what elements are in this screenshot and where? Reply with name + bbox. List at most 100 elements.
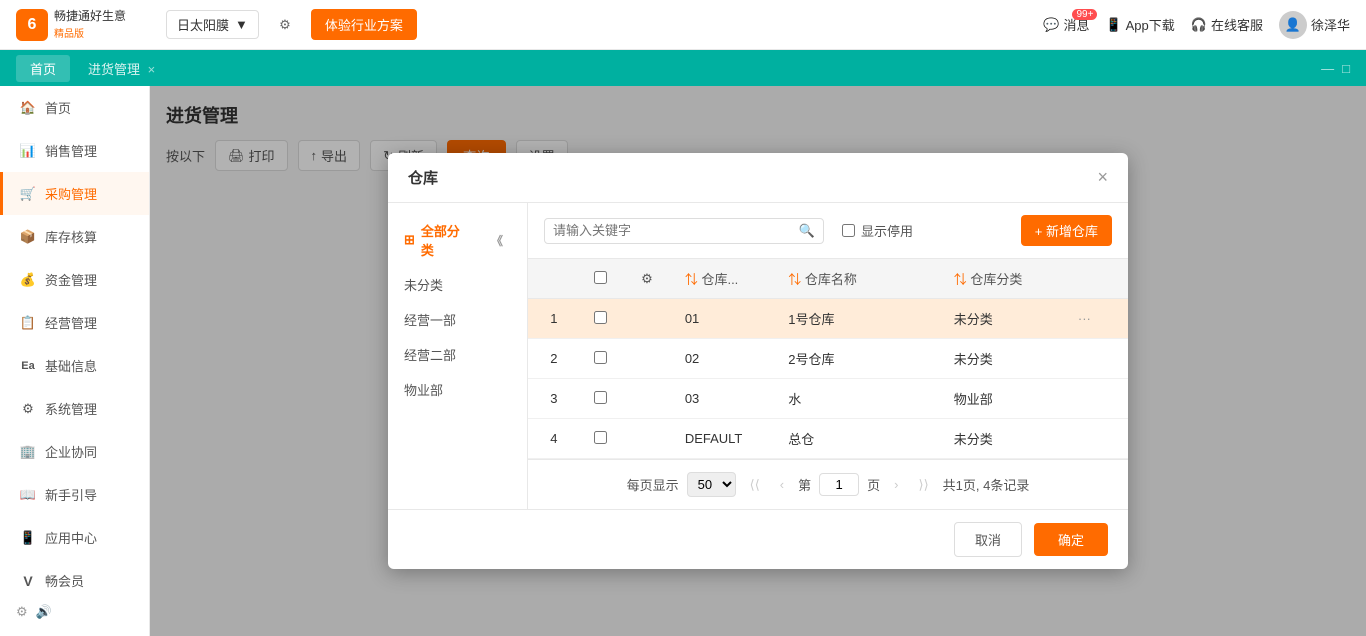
- logo-sub: 精品版: [54, 25, 126, 40]
- show-disabled-checkbox[interactable]: [842, 224, 855, 237]
- table-row[interactable]: 2 02 2号仓库 未分类: [528, 339, 1128, 379]
- category-sidebar: ⊞ 全部分类 《 未分类 经营一部 经营二部: [388, 203, 528, 509]
- page-label: 第: [798, 475, 811, 494]
- sidebar-item-inventory[interactable]: 📦 库存核算: [0, 215, 149, 258]
- th-check: [580, 259, 621, 299]
- cat-item-all[interactable]: ⊞ 全部分类 《: [388, 213, 527, 267]
- cell-settings: [621, 299, 673, 339]
- cell-code: 02: [673, 339, 776, 379]
- cell-settings: [621, 379, 673, 419]
- confirm-button[interactable]: 确定: [1034, 523, 1108, 556]
- show-disabled-label: 显示停用: [842, 221, 913, 240]
- table-row[interactable]: 4 DEFAULT 总仓 未分类: [528, 419, 1128, 459]
- sidebar-item-home[interactable]: 🏠 首页: [0, 86, 149, 129]
- prev-page-button[interactable]: ‹: [774, 475, 790, 494]
- row-checkbox[interactable]: [594, 311, 607, 324]
- page-number-input[interactable]: [819, 473, 859, 496]
- try-industry-button[interactable]: 体验行业方案: [311, 9, 417, 40]
- modal-table: ⚙ ⇅ 仓库... ⇅ 仓库名称: [528, 259, 1128, 459]
- cat-item-dept2[interactable]: 经营二部: [388, 337, 527, 372]
- search-icon[interactable]: 🔍: [799, 223, 815, 239]
- sidebar-item-sales[interactable]: 📊 销售管理: [0, 129, 149, 172]
- finance-icon: 💰: [19, 271, 37, 289]
- sidebar-item-system[interactable]: ⚙ 系统管理: [0, 387, 149, 430]
- modal-main: 🔍 显示停用 + 新增仓库: [528, 203, 1128, 509]
- warehouse-table: ⚙ ⇅ 仓库... ⇅ 仓库名称: [528, 259, 1128, 459]
- select-all-checkbox[interactable]: [594, 271, 607, 284]
- nav-tab-purchase[interactable]: 进货管理 ×: [74, 55, 169, 82]
- cell-name: 2号仓库: [776, 339, 942, 379]
- modal-footer: 取消 确定: [388, 509, 1128, 569]
- speaker-icon[interactable]: 🔊: [36, 604, 52, 620]
- cell-no: 2: [528, 339, 580, 379]
- next-page-button[interactable]: ›: [888, 475, 904, 494]
- row-checkbox[interactable]: [594, 391, 607, 404]
- phone-icon: 📱: [1105, 17, 1121, 33]
- sort-icon: ⇅: [685, 272, 698, 287]
- cell-actions: [1066, 379, 1128, 419]
- header-center: 日太阳膜 ▼ ⚙ 体验行业方案: [166, 9, 1043, 41]
- settings-button[interactable]: ⚙: [269, 9, 301, 41]
- sidebar-item-label: 资金管理: [45, 270, 97, 289]
- second-nav: 首页 进货管理 × — □: [0, 50, 1366, 86]
- per-page-label: 每页显示: [627, 475, 679, 494]
- company-name: 日太阳膜: [177, 15, 229, 34]
- user-button[interactable]: 👤 徐泽华: [1279, 11, 1350, 39]
- add-warehouse-button[interactable]: + 新增仓库: [1021, 215, 1112, 246]
- row-checkbox[interactable]: [594, 431, 607, 444]
- avatar-icon: 👤: [1285, 17, 1301, 33]
- cell-check[interactable]: [580, 419, 621, 459]
- last-page-button[interactable]: ⟩⟩: [913, 475, 935, 495]
- sidebar-item-guide[interactable]: 📖 新手引导: [0, 473, 149, 516]
- cell-category: 未分类: [942, 419, 1066, 459]
- th-settings: ⚙: [621, 259, 673, 299]
- cell-check[interactable]: [580, 339, 621, 379]
- home-icon: 🏠: [19, 99, 37, 117]
- sidebar-item-enterprise[interactable]: 🏢 企业协同: [0, 430, 149, 473]
- table-row[interactable]: 3 03 水 物业部: [528, 379, 1128, 419]
- search-input[interactable]: [553, 223, 799, 238]
- cell-check[interactable]: [580, 379, 621, 419]
- nav-tab-home[interactable]: 首页: [16, 55, 70, 82]
- maximize-icon[interactable]: □: [1342, 61, 1350, 76]
- cell-name: 总仓: [776, 419, 942, 459]
- sidebar-item-label: 销售管理: [45, 141, 97, 160]
- table-row[interactable]: 1 01 1号仓库 未分类 ···: [528, 299, 1128, 339]
- company-selector[interactable]: 日太阳膜 ▼: [166, 10, 259, 39]
- app-download-button[interactable]: 📱 App下载: [1105, 15, 1174, 34]
- sidebar-item-apps[interactable]: 📱 应用中心: [0, 516, 149, 559]
- minimize-icon[interactable]: —: [1321, 61, 1334, 76]
- row-actions[interactable]: ···: [1078, 311, 1091, 326]
- sidebar-item-finance[interactable]: 💰 资金管理: [0, 258, 149, 301]
- message-badge: 99+: [1072, 9, 1097, 20]
- cell-no: 1: [528, 299, 580, 339]
- row-checkbox[interactable]: [594, 351, 607, 364]
- cell-category: 物业部: [942, 379, 1066, 419]
- avatar: 👤: [1279, 11, 1307, 39]
- cat-item-unclassified[interactable]: 未分类: [388, 267, 527, 302]
- main-layout: 🏠 首页 📊 销售管理 🛒 采购管理 📦 库存核算 💰 资金管理 📋 经营管理 …: [0, 86, 1366, 636]
- sidebar-item-purchase[interactable]: 🛒 采购管理: [0, 172, 149, 215]
- cat-item-dept1[interactable]: 经营一部: [388, 302, 527, 337]
- grid-icon: ⊞: [404, 232, 415, 248]
- settings-bottom-icon[interactable]: ⚙: [16, 604, 28, 620]
- tab-close-icon[interactable]: ×: [148, 62, 156, 77]
- per-page-select[interactable]: 50: [687, 472, 736, 497]
- modal-close-button[interactable]: ×: [1097, 167, 1108, 188]
- modal-body: ⊞ 全部分类 《 未分类 经营一部 经营二部: [388, 203, 1128, 509]
- collapse-button[interactable]: 《: [475, 224, 511, 257]
- message-button[interactable]: 💬 消息 99+: [1043, 15, 1089, 34]
- cancel-button[interactable]: 取消: [954, 522, 1022, 557]
- cat-item-property[interactable]: 物业部: [388, 372, 527, 407]
- first-page-button[interactable]: ⟨⟨: [744, 475, 766, 495]
- th-name: ⇅ 仓库名称: [776, 259, 942, 299]
- sidebar-item-operation[interactable]: 📋 经营管理: [0, 301, 149, 344]
- logo-area: 6 畅捷通好生意 精品版: [16, 9, 166, 41]
- cell-check[interactable]: [580, 299, 621, 339]
- cell-code: 03: [673, 379, 776, 419]
- service-button[interactable]: 🎧 在线客服: [1191, 15, 1263, 34]
- sidebar-item-basic-info[interactable]: Ea 基础信息: [0, 344, 149, 387]
- cat-label: 经营一部: [404, 310, 456, 329]
- settings-col-icon: ⚙: [641, 271, 653, 286]
- sidebar-item-label: 企业协同: [45, 442, 97, 461]
